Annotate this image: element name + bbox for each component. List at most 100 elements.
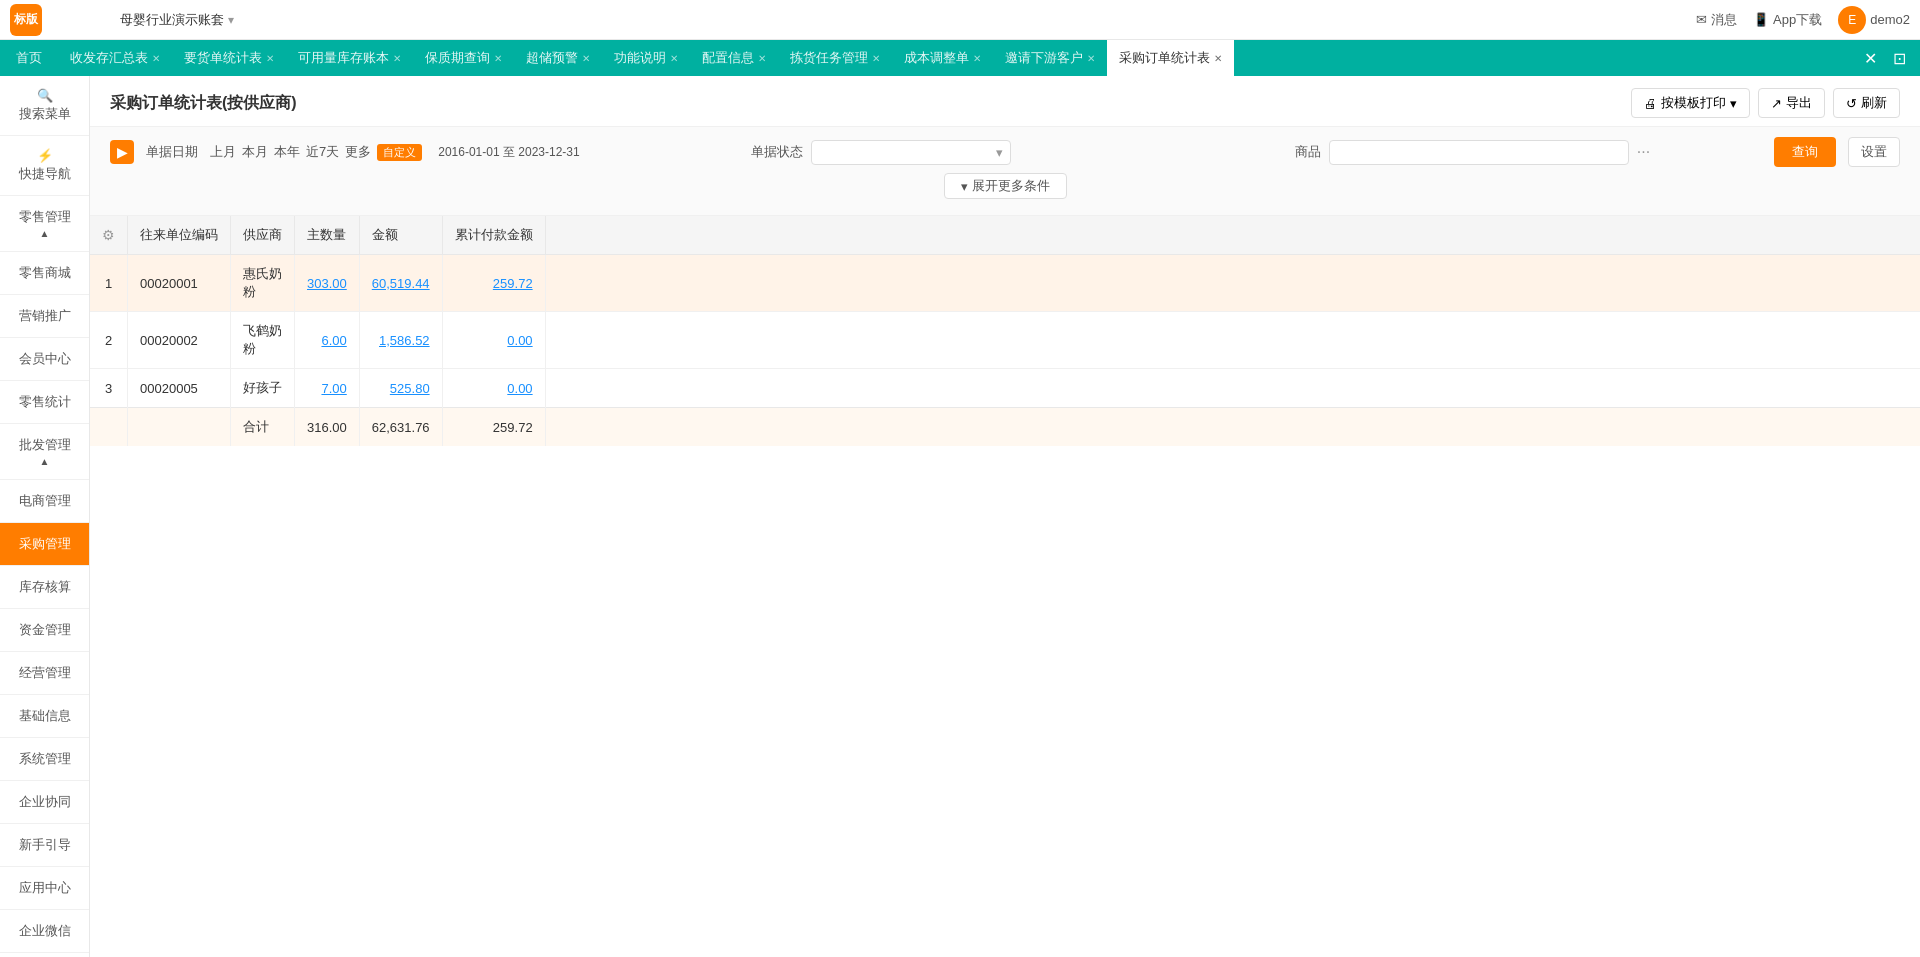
- sidebar-item-new-guide[interactable]: 新手引导: [0, 824, 89, 867]
- nav-expand-btn[interactable]: ⊡: [1887, 47, 1912, 70]
- close-icon[interactable]: ✕: [758, 53, 766, 64]
- sidebar: 🔍 搜索菜单 ⚡ 快捷导航 零售管理 ▲ 零售商城 营销推广 会员中心 零售统计…: [0, 76, 90, 957]
- workspace-selector[interactable]: 母婴行业演示账套 ▾: [100, 11, 1696, 29]
- close-icon[interactable]: ✕: [152, 53, 160, 64]
- app-download-btn[interactable]: 📱 App下载: [1753, 11, 1822, 29]
- tab-receive-summary[interactable]: 收发存汇总表 ✕: [58, 40, 172, 76]
- nav-end-controls: ✕ ⊡: [1858, 47, 1920, 70]
- qty-link[interactable]: 6.00: [321, 333, 346, 348]
- page-actions: 🖨 按模板打印 ▾ ↗ 导出 ↺ 刷新: [1631, 88, 1900, 118]
- sidebar-item-purchase[interactable]: 采购管理: [0, 523, 89, 566]
- close-icon[interactable]: ✕: [872, 53, 880, 64]
- sidebar-item-retail-shop[interactable]: 零售商城: [0, 252, 89, 295]
- tab-home[interactable]: 首页: [0, 40, 58, 76]
- goods-input[interactable]: [1329, 140, 1629, 165]
- tab-function-desc[interactable]: 功能说明 ✕: [602, 40, 690, 76]
- col-qty: 主数量: [295, 216, 360, 255]
- close-icon[interactable]: ✕: [393, 53, 401, 64]
- sidebar-item-operations[interactable]: 经营管理: [0, 652, 89, 695]
- phone-icon: 📱: [1753, 12, 1769, 27]
- sidebar-item-inventory[interactable]: 库存核算: [0, 566, 89, 609]
- shortcut-more[interactable]: 更多: [345, 143, 371, 161]
- sidebar-item-members[interactable]: 会员中心: [0, 338, 89, 381]
- sidebar-item-search[interactable]: 🔍 搜索菜单: [0, 76, 89, 136]
- close-icon[interactable]: ✕: [670, 53, 678, 64]
- amount-link[interactable]: 1,586.52: [379, 333, 430, 348]
- close-icon[interactable]: ✕: [973, 53, 981, 64]
- expand-more-btn[interactable]: ▾ 展开更多条件: [944, 173, 1067, 199]
- amount-link[interactable]: 60,519.44: [372, 276, 430, 291]
- messages-btn[interactable]: ✉ 消息: [1696, 11, 1737, 29]
- footer-qty: 316.00: [295, 408, 360, 447]
- tab-purchase-order-stats[interactable]: 采购订单统计表 ✕: [1107, 40, 1234, 76]
- footer-no: [90, 408, 128, 447]
- qty-link[interactable]: 7.00: [321, 381, 346, 396]
- sidebar-item-retail-stats[interactable]: 零售统计: [0, 381, 89, 424]
- sidebar-item-marketing[interactable]: 营销推广: [0, 295, 89, 338]
- shortcut-last-month[interactable]: 上月: [210, 143, 236, 161]
- shortcut-this-month[interactable]: 本月: [242, 143, 268, 161]
- cell-code: 00020002: [128, 312, 231, 369]
- paid-link[interactable]: 0.00: [507, 333, 532, 348]
- tab-cost-adjust[interactable]: 成本调整单 ✕: [892, 40, 993, 76]
- table-footer-row: 合计 316.00 62,631.76 259.72: [90, 408, 1920, 447]
- nav-tabs: 首页 收发存汇总表 ✕ 要货单统计表 ✕ 可用量库存账本 ✕ 保质期查询 ✕ 超…: [0, 40, 1920, 76]
- sidebar-item-sys-mgmt[interactable]: 系统管理: [0, 738, 89, 781]
- print-button[interactable]: 🖨 按模板打印 ▾: [1631, 88, 1750, 118]
- cell-no: 3: [90, 369, 128, 408]
- filter-area: ▶ 单据日期 上月 本月 本年 近7天 更多 自定义 2016-01-01 至 …: [90, 127, 1920, 216]
- tab-invite-downstream[interactable]: 邀请下游客户 ✕: [993, 40, 1107, 76]
- close-icon[interactable]: ✕: [494, 53, 502, 64]
- gear-icon[interactable]: ⚙: [102, 227, 115, 243]
- filter-toggle-btn[interactable]: ▶: [110, 140, 134, 164]
- close-icon[interactable]: ✕: [1087, 53, 1095, 64]
- table-row: 2 00020002 飞鹤奶粉 6.00 1,586.52 0.00: [90, 312, 1920, 369]
- search-button[interactable]: 查询: [1774, 137, 1836, 167]
- sidebar-item-vip[interactable]: 畅会员: [0, 953, 89, 957]
- sidebar-item-basic-info[interactable]: 基础信息: [0, 695, 89, 738]
- sidebar-item-app-center[interactable]: 应用中心: [0, 867, 89, 910]
- printer-icon: 🖨: [1644, 96, 1657, 111]
- sidebar-item-enterprise-wechat[interactable]: 企业微信: [0, 910, 89, 953]
- shortcut-7days[interactable]: 近7天: [306, 143, 339, 161]
- cell-extra: [545, 312, 1920, 369]
- sidebar-item-retail-mgmt[interactable]: 零售管理 ▲: [0, 196, 89, 252]
- tab-usable-inventory[interactable]: 可用量库存账本 ✕: [286, 40, 413, 76]
- table-header-row: ⚙ 往来单位编码 供应商 主数量 金额: [90, 216, 1920, 255]
- sidebar-item-wholesale[interactable]: 批发管理 ▲: [0, 424, 89, 480]
- cell-code: 00020001: [128, 255, 231, 312]
- close-icon[interactable]: ✕: [582, 53, 590, 64]
- qty-link[interactable]: 303.00: [307, 276, 347, 291]
- cell-paid: 0.00: [442, 312, 545, 369]
- paid-link[interactable]: 259.72: [493, 276, 533, 291]
- shortcut-this-year[interactable]: 本年: [274, 143, 300, 161]
- sidebar-item-finance[interactable]: 资金管理: [0, 609, 89, 652]
- user-avatar[interactable]: E demo2: [1838, 6, 1910, 34]
- table-row: 1 00020001 惠氏奶粉 303.00 60,519.44 259.72: [90, 255, 1920, 312]
- amount-link[interactable]: 525.80: [390, 381, 430, 396]
- nav-close-btn[interactable]: ✕: [1858, 47, 1883, 70]
- footer-supplier: 合计: [231, 408, 295, 447]
- cell-paid: 0.00: [442, 369, 545, 408]
- tab-pick-task[interactable]: 拣货任务管理 ✕: [778, 40, 892, 76]
- close-icon[interactable]: ✕: [1214, 53, 1222, 64]
- tab-overstock-warning[interactable]: 超储预警 ✕: [514, 40, 602, 76]
- tab-expiry-query[interactable]: 保质期查询 ✕: [413, 40, 514, 76]
- sidebar-item-shortcuts[interactable]: ⚡ 快捷导航: [0, 136, 89, 196]
- sidebar-item-ecommerce[interactable]: 电商管理: [0, 480, 89, 523]
- page-title: 采购订单统计表(按供应商): [110, 93, 297, 114]
- more-options-icon[interactable]: ···: [1637, 143, 1650, 161]
- paid-link[interactable]: 0.00: [507, 381, 532, 396]
- tab-config-info[interactable]: 配置信息 ✕: [690, 40, 778, 76]
- footer-extra: [545, 408, 1920, 447]
- chevron-up-icon: ▲: [40, 228, 50, 239]
- settings-button[interactable]: 设置: [1848, 137, 1900, 167]
- date-range-display: 2016-01-01 至 2023-12-31: [438, 144, 579, 161]
- workspace-arrow-icon: ▾: [228, 13, 234, 27]
- tab-order-stats[interactable]: 要货单统计表 ✕: [172, 40, 286, 76]
- sidebar-item-enterprise-collab[interactable]: 企业协同: [0, 781, 89, 824]
- status-select[interactable]: [811, 140, 1011, 165]
- export-button[interactable]: ↗ 导出: [1758, 88, 1825, 118]
- close-icon[interactable]: ✕: [266, 53, 274, 64]
- refresh-button[interactable]: ↺ 刷新: [1833, 88, 1900, 118]
